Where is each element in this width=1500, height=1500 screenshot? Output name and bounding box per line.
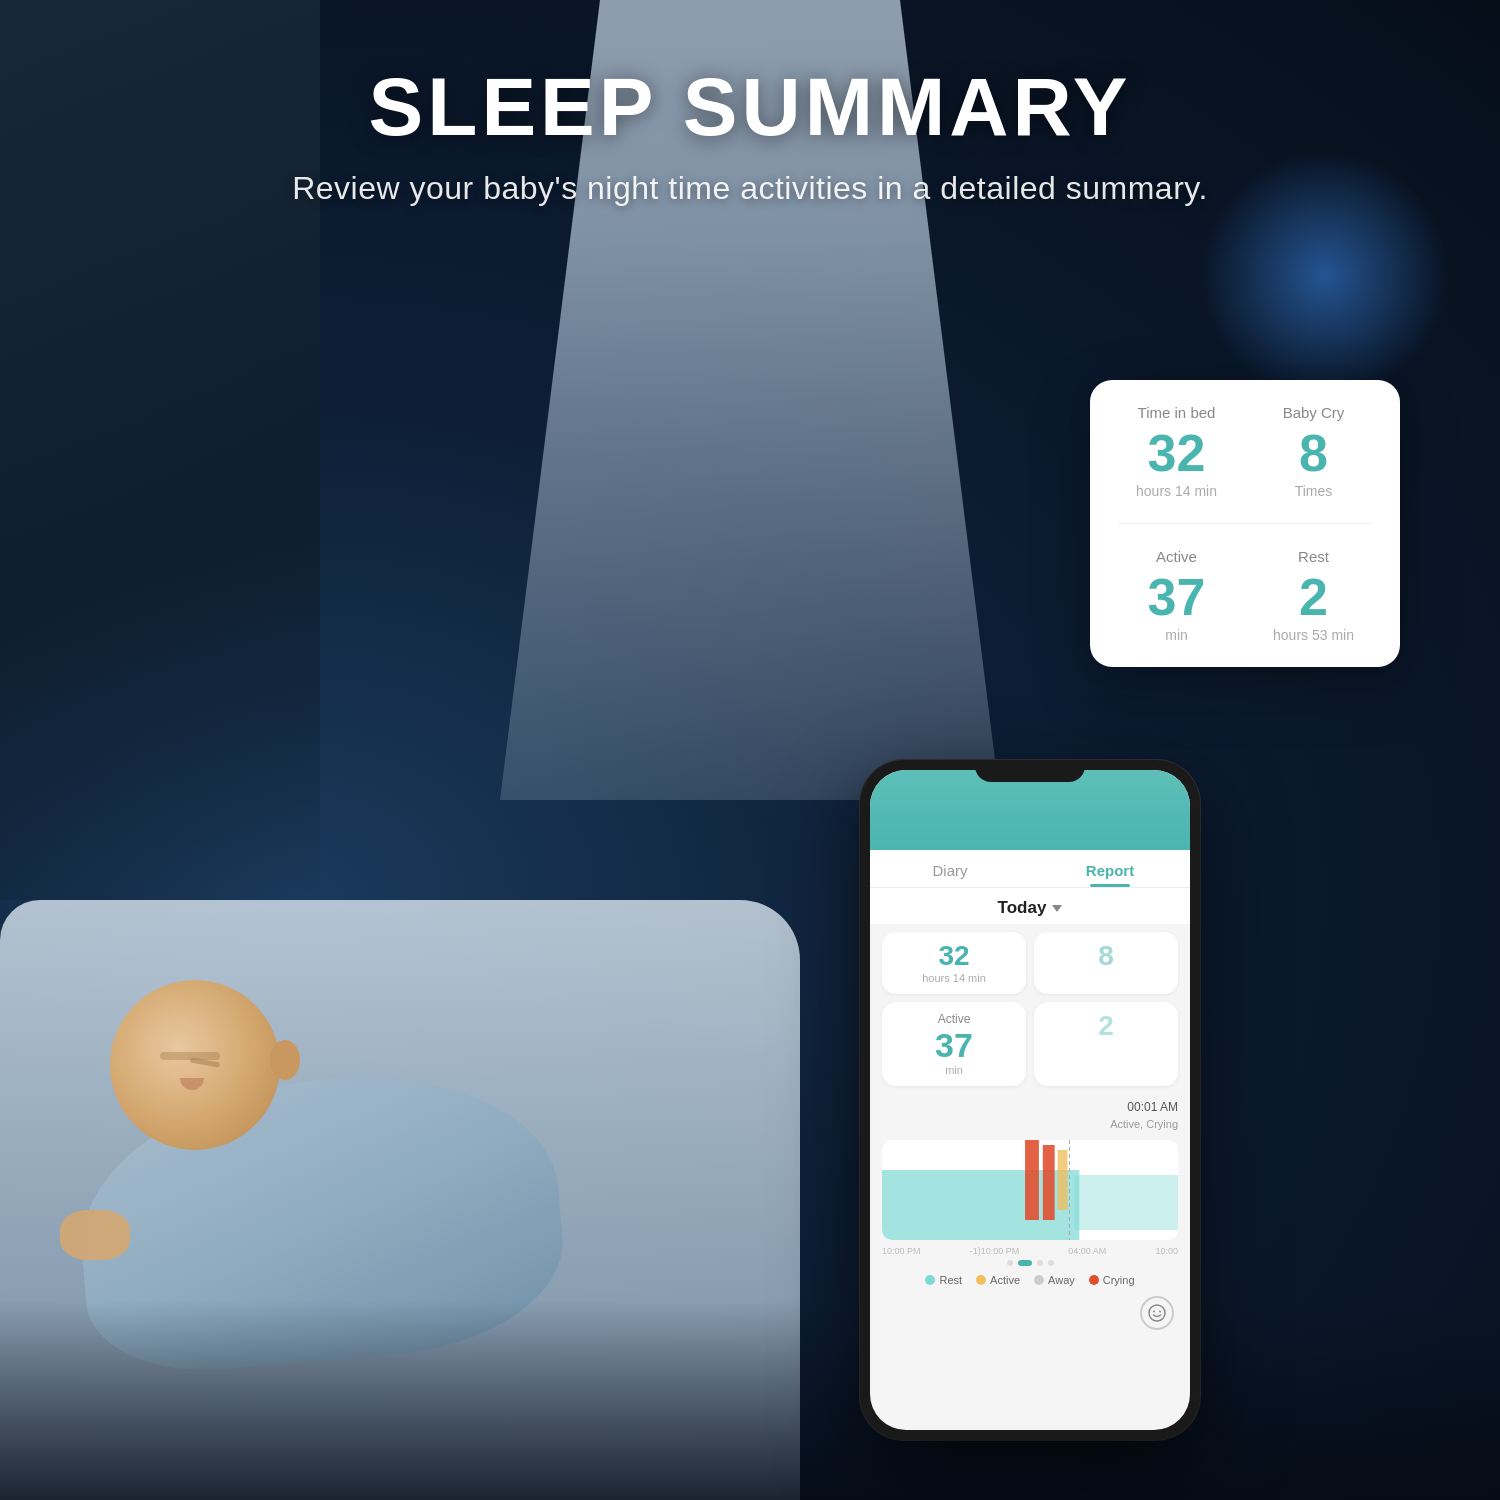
svg-point-8 — [1159, 1311, 1161, 1313]
card-unit-active: min — [1118, 627, 1235, 643]
page-subtitle: Review your baby's night time activities… — [0, 170, 1500, 207]
legend-rest: Rest — [925, 1274, 962, 1286]
legend-crying-dot — [1089, 1275, 1099, 1285]
stat-unit-active: min — [894, 1064, 1014, 1076]
timeline-activity: Active, Crying — [882, 1118, 1178, 1130]
dot-4 — [1048, 1260, 1054, 1266]
svg-rect-3 — [1058, 1150, 1068, 1210]
phone-nav: Diary Report — [870, 850, 1190, 888]
card-divider — [1118, 523, 1372, 524]
dot-1 — [1007, 1260, 1013, 1266]
legend-active-label: Active — [990, 1274, 1020, 1286]
sleep-chart — [882, 1140, 1178, 1240]
tab-report[interactable]: Report — [1030, 850, 1190, 887]
floating-stats-card: Time in bed 32 hours 14 min Baby Cry 8 T… — [1090, 380, 1400, 667]
background — [0, 0, 1500, 1500]
stat-card-active: Active 37 min — [882, 1002, 1026, 1086]
card-label-active: Active — [1118, 548, 1235, 565]
svg-rect-4 — [1074, 1175, 1178, 1230]
card-unit-rest: hours 53 min — [1255, 627, 1372, 643]
phone-screen: Diary Report Today 32 hours 14 min — [870, 770, 1190, 1430]
legend-active: Active — [976, 1274, 1020, 1286]
phone-notch — [975, 760, 1085, 782]
svg-point-7 — [1153, 1311, 1155, 1313]
timeline-time: 00:01 AM — [882, 1100, 1178, 1114]
legend-crying-label: Crying — [1103, 1274, 1135, 1286]
legend-away: Away — [1034, 1274, 1075, 1286]
phone-bottom-bar — [870, 1296, 1190, 1338]
card-stats-grid: Time in bed 32 hours 14 min Baby Cry 8 T… — [1118, 404, 1372, 643]
phone-outer: Diary Report Today 32 hours 14 min — [860, 760, 1200, 1440]
card-stat-rest: Rest 2 hours 53 min — [1255, 548, 1372, 643]
card-value-active: 37 — [1118, 571, 1235, 623]
legend-crying: Crying — [1089, 1274, 1135, 1286]
card-stat-time-in-bed: Time in bed 32 hours 14 min — [1118, 404, 1235, 499]
stat-value-cry: 8 — [1046, 942, 1166, 970]
card-value-time-in-bed: 32 — [1118, 427, 1235, 479]
stat-value-time: 32 — [894, 942, 1014, 970]
page-title: SLEEP SUMMARY — [0, 60, 1500, 154]
legend-away-label: Away — [1048, 1274, 1075, 1286]
phone-mockup: Diary Report Today 32 hours 14 min — [860, 760, 1200, 1440]
stat-card-cry: 8 — [1034, 932, 1178, 994]
svg-point-6 — [1149, 1305, 1165, 1321]
stat-card-time: 32 hours 14 min — [882, 932, 1026, 994]
card-value-baby-cry: 8 — [1255, 427, 1372, 479]
svg-rect-1 — [1025, 1140, 1039, 1220]
header: SLEEP SUMMARY Review your baby's night t… — [0, 60, 1500, 207]
card-label-time-in-bed: Time in bed — [1118, 404, 1235, 421]
legend-active-dot — [976, 1275, 986, 1285]
card-stat-active: Active 37 min — [1118, 548, 1235, 643]
timeline-label-area: 00:01 AM Active, Crying — [870, 1094, 1190, 1136]
stats-grid: 32 hours 14 min 8 Active 37 min 2 — [870, 924, 1190, 1094]
card-stat-baby-cry: Baby Cry 8 Times — [1255, 404, 1372, 499]
card-label-rest: Rest — [1255, 548, 1372, 565]
today-selector[interactable]: Today — [870, 888, 1190, 924]
page-dots — [870, 1256, 1190, 1270]
stat-value-rest: 2 — [1046, 1012, 1166, 1040]
card-unit-baby-cry: Times — [1255, 483, 1372, 499]
tab-diary[interactable]: Diary — [870, 850, 1030, 887]
legend-rest-dot — [925, 1275, 935, 1285]
chart-legend: Rest Active Away Crying — [870, 1270, 1190, 1296]
dot-3 — [1037, 1260, 1043, 1266]
dot-2-active — [1018, 1260, 1032, 1266]
card-value-rest: 2 — [1255, 571, 1372, 623]
settings-button[interactable] — [1140, 1296, 1174, 1330]
card-label-baby-cry: Baby Cry — [1255, 404, 1372, 421]
legend-rest-label: Rest — [939, 1274, 962, 1286]
legend-away-dot — [1034, 1275, 1044, 1285]
chart-axis: 10:00 PM -1)10:00 PM 04:00 AM 10:00 — [870, 1244, 1190, 1256]
stat-label-active: Active — [894, 1012, 1014, 1026]
dropdown-arrow-icon — [1052, 905, 1062, 912]
stat-unit-time: hours 14 min — [894, 972, 1014, 984]
stat-value-active: 37 — [894, 1028, 1014, 1062]
svg-rect-2 — [1043, 1145, 1055, 1220]
stat-card-rest: 2 — [1034, 1002, 1178, 1086]
card-unit-time-in-bed: hours 14 min — [1118, 483, 1235, 499]
phone-header-bar — [870, 770, 1190, 850]
